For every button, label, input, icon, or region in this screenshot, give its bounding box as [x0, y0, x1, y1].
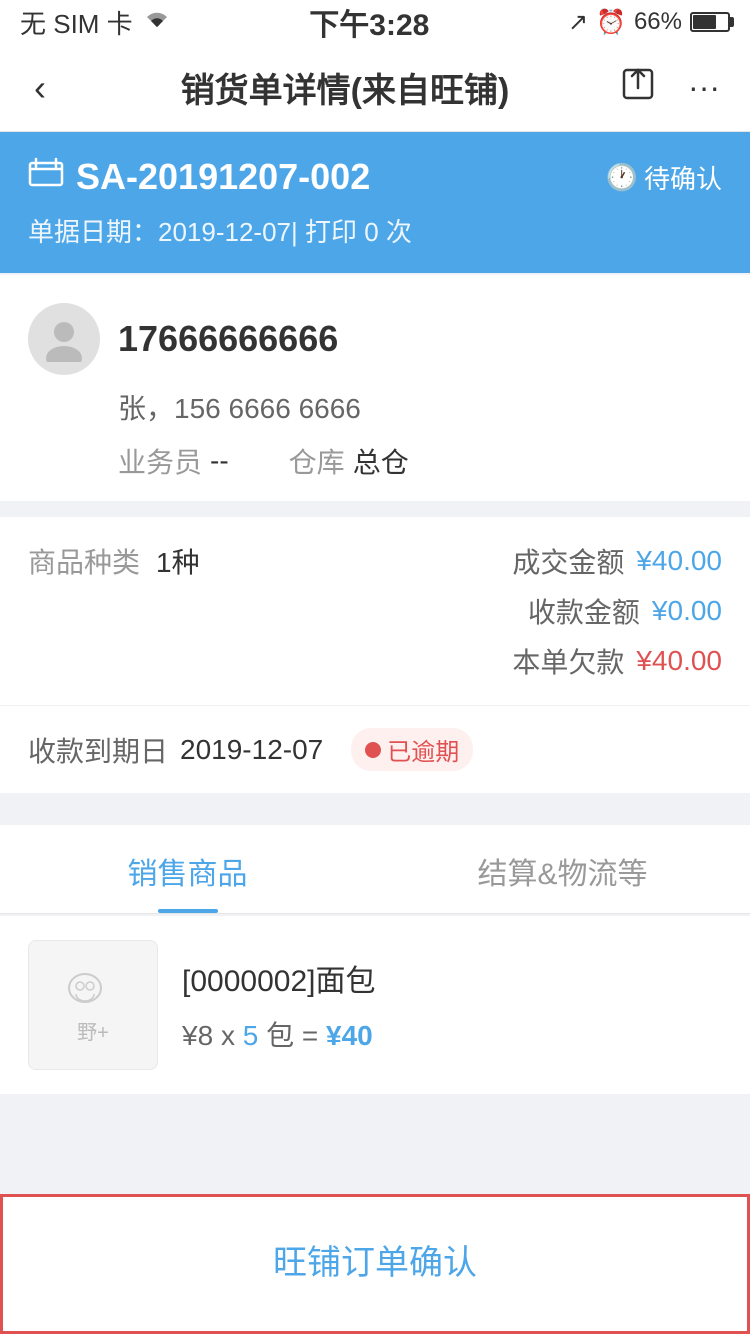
- summary-left: 商品种类 1种: [28, 541, 200, 581]
- due-card: 收款到期日 2019-12-07 已逾期: [0, 706, 750, 793]
- warehouse-label: 仓库: [289, 441, 345, 481]
- customer-row: 17666666666: [28, 303, 722, 375]
- received-amount-label: 收款金额: [528, 591, 640, 631]
- divider-3: [0, 793, 750, 809]
- customer-phone: 17666666666: [118, 318, 338, 360]
- tab-settlement[interactable]: 结算&物流等: [375, 825, 750, 913]
- customer-card: 17666666666 张，156 6666 6666 业务员 -- 仓库 总仓: [0, 275, 750, 501]
- confirm-order-button[interactable]: 旺铺订单确认: [31, 1215, 719, 1303]
- quantity: 5: [243, 1020, 259, 1051]
- header-card: SA-20191207-002 🕐 待确认 单据日期：2019-12-07| 打…: [0, 132, 750, 273]
- product-thumb-inner: 野+: [63, 966, 123, 1045]
- alarm-icon: ⏰: [596, 8, 626, 37]
- overdue-badge: 已逾期: [351, 728, 473, 771]
- location-icon: ↗: [568, 8, 588, 37]
- equals-sign: =: [302, 1020, 326, 1051]
- multiply-sign: x: [221, 1020, 243, 1051]
- product-info: [0000002]面包 ¥8 x 5 包 = ¥40: [182, 956, 722, 1054]
- battery-icon: [690, 12, 730, 32]
- tab-sales-products[interactable]: 销售商品: [0, 825, 375, 913]
- product-item: 野+ [0000002]面包 ¥8 x 5 包 = ¥40: [28, 940, 722, 1070]
- status-right: ↗ ⏰ 66%: [568, 8, 730, 37]
- transaction-amount-label: 成交金额: [512, 541, 624, 581]
- overdue-text: 已逾期: [387, 732, 459, 767]
- warehouse: 仓库 总仓: [289, 441, 409, 481]
- wifi-icon: [143, 7, 171, 38]
- sales-rep: 业务员 --: [118, 441, 229, 481]
- product-section: 野+ [0000002]面包 ¥8 x 5 包 = ¥40: [0, 916, 750, 1094]
- avatar: [28, 303, 100, 375]
- status-time: 下午3:28: [309, 0, 429, 44]
- clock-icon: 🕐: [606, 162, 638, 193]
- warehouse-value: 总仓: [353, 441, 409, 481]
- product-price: ¥8 x 5 包 = ¥40: [182, 1014, 722, 1054]
- order-status: 🕐 待确认: [606, 159, 722, 196]
- unit: 包: [266, 1020, 294, 1051]
- status-bar: 无 SIM 卡 下午3:28 ↗ ⏰ 66%: [0, 0, 750, 44]
- goods-type-value: 1种: [156, 541, 200, 581]
- summary-right: 成交金额 ¥40.00 收款金额 ¥0.00 本单欠款 ¥40.00: [512, 541, 722, 681]
- due-date-value: 2019-12-07: [180, 734, 323, 766]
- transaction-amount-value: ¥40.00: [636, 545, 722, 577]
- order-id: SA-20191207-002: [28, 156, 370, 198]
- carrier-text: 无 SIM 卡: [20, 4, 133, 41]
- due-date-label: 收款到期日: [28, 730, 168, 770]
- share-button[interactable]: [614, 60, 662, 116]
- order-icon: [28, 156, 64, 198]
- owed-amount-row: 本单欠款 ¥40.00: [512, 641, 722, 681]
- transaction-amount-row: 成交金额 ¥40.00: [512, 541, 722, 581]
- summary-card: 商品种类 1种 成交金额 ¥40.00 收款金额 ¥0.00 本单欠款 ¥40.…: [0, 517, 750, 705]
- order-date: 单据日期：2019-12-07| 打印 0 次: [28, 212, 722, 249]
- goods-type-item: 商品种类 1种: [28, 541, 200, 581]
- owed-amount-value: ¥40.00: [636, 645, 722, 677]
- customer-name: 张，156 6666 6666: [118, 387, 722, 427]
- battery-percent: 66%: [634, 8, 682, 36]
- tabs: 销售商品 结算&物流等: [0, 825, 750, 914]
- total-price: ¥40: [326, 1020, 373, 1051]
- page-title: 销货单详情(来自旺铺): [76, 63, 614, 112]
- back-button[interactable]: ‹: [24, 57, 56, 119]
- owed-amount-label: 本单欠款: [512, 641, 624, 681]
- customer-meta: 业务员 -- 仓库 总仓: [118, 441, 722, 481]
- sales-rep-label: 业务员: [118, 441, 202, 481]
- received-amount-row: 收款金额 ¥0.00: [528, 591, 722, 631]
- unit-price: ¥8: [182, 1020, 213, 1051]
- product-thumb-text: 野+: [77, 1016, 109, 1045]
- confirm-button-wrap: 旺铺订单确认: [0, 1194, 750, 1334]
- product-name: [0000002]面包: [182, 956, 722, 1000]
- product-thumbnail: 野+: [28, 940, 158, 1070]
- divider-1: [0, 501, 750, 517]
- goods-type-label: 商品种类: [28, 541, 140, 581]
- received-amount-value: ¥0.00: [652, 595, 722, 627]
- overdue-dot-icon: [365, 742, 381, 758]
- sales-rep-value: --: [210, 445, 229, 477]
- nav-actions: ···: [614, 60, 726, 116]
- status-left: 无 SIM 卡: [20, 4, 171, 41]
- nav-bar: ‹ 销货单详情(来自旺铺) ···: [0, 44, 750, 132]
- more-button[interactable]: ···: [682, 63, 726, 112]
- header-card-top: SA-20191207-002 🕐 待确认: [28, 156, 722, 198]
